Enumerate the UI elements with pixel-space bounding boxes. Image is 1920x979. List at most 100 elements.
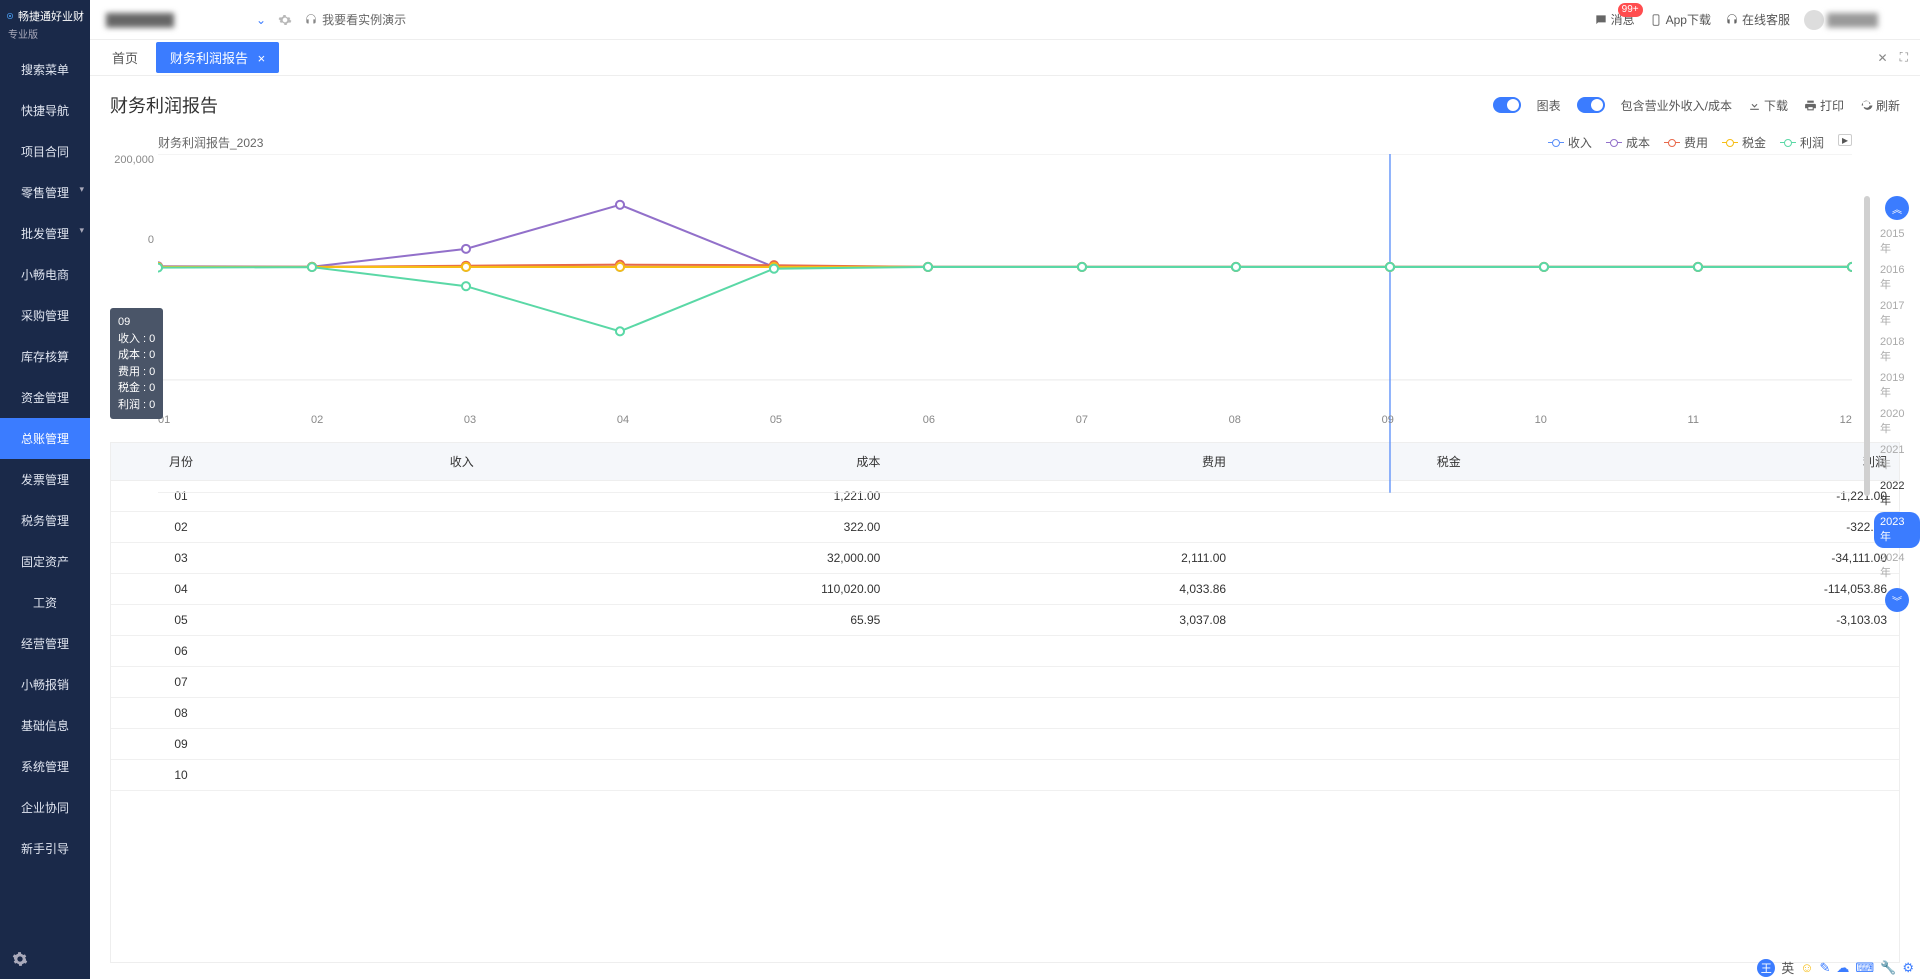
extra-toggle[interactable] (1577, 97, 1605, 113)
ime-logo-icon[interactable]: 王 (1757, 959, 1775, 977)
legend-item[interactable]: 成本 (1606, 134, 1650, 151)
table-body: 011,221.00-1,221.0002322.00-322.000332,0… (111, 481, 1899, 791)
menu-item[interactable]: 新手引导 (0, 828, 90, 869)
message-badge: 99+ (1618, 3, 1643, 17)
ime-edit-icon[interactable]: ✎ (1819, 960, 1830, 976)
user-menu[interactable]: ██████ (1804, 10, 1908, 30)
refresh-button[interactable]: 刷新 (1860, 97, 1900, 114)
menu-item[interactable]: 固定资产 (0, 541, 90, 582)
support-icon (1725, 13, 1739, 27)
download-icon (1748, 99, 1761, 112)
extra-toggle-label: 包含营业外收入/成本 (1621, 97, 1732, 114)
main-area: ████████ ⌄ 我要看实例演示 消息 99+ App下载 (90, 0, 1920, 979)
brand-logo: 畅捷通好业财 (0, 0, 90, 26)
headset-icon (304, 13, 318, 27)
print-button[interactable]: 打印 (1804, 97, 1844, 114)
ime-emoji-icon[interactable]: ☺ (1800, 960, 1813, 975)
ime-tool-icon[interactable]: 🔧 (1880, 960, 1896, 976)
print-icon (1804, 99, 1817, 112)
year-item[interactable]: 2024年 (1874, 548, 1920, 584)
menu-item[interactable]: 小畅电商 (0, 254, 90, 295)
tab-home[interactable]: 首页 (98, 42, 152, 73)
menu-item[interactable]: 项目合同 (0, 131, 90, 172)
data-table: 月份收入成本费用税金利润 011,221.00-1,221.0002322.00… (110, 442, 1900, 963)
ime-lang[interactable]: 英 (1781, 958, 1794, 977)
chart-toggle[interactable] (1493, 97, 1521, 113)
year-item[interactable]: 2016年 (1874, 260, 1920, 296)
page-header: 财务利润报告 图表 包含营业外收入/成本 下载 打印 (110, 92, 1900, 118)
year-rail: ︽ 2015年2016年2017年2018年2019年2020年2021年202… (1874, 196, 1920, 612)
table-row: 02322.00-322.00 (111, 512, 1899, 543)
close-icon[interactable]: × (258, 51, 266, 66)
ime-settings-icon[interactable]: ⚙ (1902, 960, 1914, 976)
menu-item[interactable]: 发票管理 (0, 459, 90, 500)
menu-item[interactable]: 库存核算 (0, 336, 90, 377)
menu-item[interactable]: 搜索菜单 (0, 49, 90, 90)
year-item[interactable]: 2023年 (1874, 512, 1920, 548)
menu-item[interactable]: 系统管理 (0, 746, 90, 787)
live-demo-link[interactable]: 我要看实例演示 (304, 11, 406, 28)
menu-item[interactable]: 资金管理 (0, 377, 90, 418)
ime-cloud-icon[interactable]: ☁ (1836, 960, 1849, 976)
year-item[interactable]: 2018年 (1874, 332, 1920, 368)
refresh-icon (1860, 99, 1873, 112)
menu-item[interactable]: 工资 (0, 582, 90, 623)
year-up-button[interactable]: ︽ (1885, 196, 1909, 220)
table-row: 10 (111, 760, 1899, 791)
download-button[interactable]: 下载 (1748, 97, 1788, 114)
year-item[interactable]: 2015年 (1874, 224, 1920, 260)
support-button[interactable]: 在线客服 (1725, 11, 1790, 28)
fullscreen-icon[interactable]: ⛶ (1896, 46, 1912, 69)
topbar: ████████ ⌄ 我要看实例演示 消息 99+ App下载 (90, 0, 1920, 40)
org-selector[interactable]: ████████ (102, 13, 244, 27)
scrollbar[interactable] (1864, 196, 1870, 496)
legend-item[interactable]: 收入 (1548, 134, 1592, 151)
message-icon (1594, 13, 1608, 27)
legend-item[interactable]: 税金 (1722, 134, 1766, 151)
table-row: 09 (111, 729, 1899, 760)
year-item[interactable]: 2021年 (1874, 440, 1920, 476)
tab-bar: 首页 财务利润报告 × ✕ ⛶ (90, 40, 1920, 76)
close-all-tabs-icon[interactable]: ✕ (1874, 47, 1892, 69)
table-row: 08 (111, 698, 1899, 729)
page-title: 财务利润报告 (110, 92, 218, 118)
sidebar: 畅捷通好业财 专业版 搜索菜单快捷导航项目合同零售管理批发管理小畅电商采购管理库… (0, 0, 90, 979)
chevron-down-icon[interactable]: ⌄ (256, 13, 266, 27)
x-axis-labels: 010203040506070809101112 (158, 414, 1852, 426)
table-row: 0565.953,037.08-3,103.03 (111, 605, 1899, 636)
menu-item[interactable]: 企业协同 (0, 787, 90, 828)
year-item[interactable]: 2017年 (1874, 296, 1920, 332)
year-down-button[interactable]: ︾ (1885, 588, 1909, 612)
org-settings-icon[interactable] (278, 13, 292, 27)
legend-toggle-icon[interactable]: ▸ (1838, 134, 1852, 146)
menu-item[interactable]: 小畅报销 (0, 664, 90, 705)
brand-name: 畅捷通好业财 (18, 8, 84, 24)
legend-item[interactable]: 利润 (1780, 134, 1824, 151)
menu-item[interactable]: 经营管理 (0, 623, 90, 664)
chart-canvas (158, 154, 1852, 493)
table-row: 06 (111, 636, 1899, 667)
chart: 财务利润报告_2023 收入成本费用税金利润▸ 200,0000-200,000… (110, 130, 1900, 430)
app-download-button[interactable]: App下载 (1649, 11, 1711, 28)
table-row: 04110,020.004,033.86-114,053.86 (111, 574, 1899, 605)
avatar-icon (1804, 10, 1824, 30)
menu-item[interactable]: 快捷导航 (0, 90, 90, 131)
live-demo-label: 我要看实例演示 (322, 11, 406, 28)
tab-report[interactable]: 财务利润报告 × (156, 42, 279, 73)
chart-title: 财务利润报告_2023 (158, 134, 263, 151)
menu-item[interactable]: 税务管理 (0, 500, 90, 541)
legend-item[interactable]: 费用 (1664, 134, 1708, 151)
year-item[interactable]: 2022年 (1874, 476, 1920, 512)
menu-item[interactable]: 采购管理 (0, 295, 90, 336)
menu-item[interactable]: 批发管理 (0, 213, 90, 254)
menu-item[interactable]: 基础信息 (0, 705, 90, 746)
ime-keyboard-icon[interactable]: ⌨ (1855, 960, 1874, 976)
messages-button[interactable]: 消息 99+ (1594, 11, 1635, 28)
chart-legend: 收入成本费用税金利润 ▸ (1548, 134, 1852, 151)
year-item[interactable]: 2019年 (1874, 368, 1920, 404)
table-row: 0332,000.002,111.00-34,111.00 (111, 543, 1899, 574)
menu-item[interactable]: 零售管理 (0, 172, 90, 213)
year-item[interactable]: 2020年 (1874, 404, 1920, 440)
settings-button[interactable] (0, 939, 90, 979)
menu-item[interactable]: 总账管理 (0, 418, 90, 459)
